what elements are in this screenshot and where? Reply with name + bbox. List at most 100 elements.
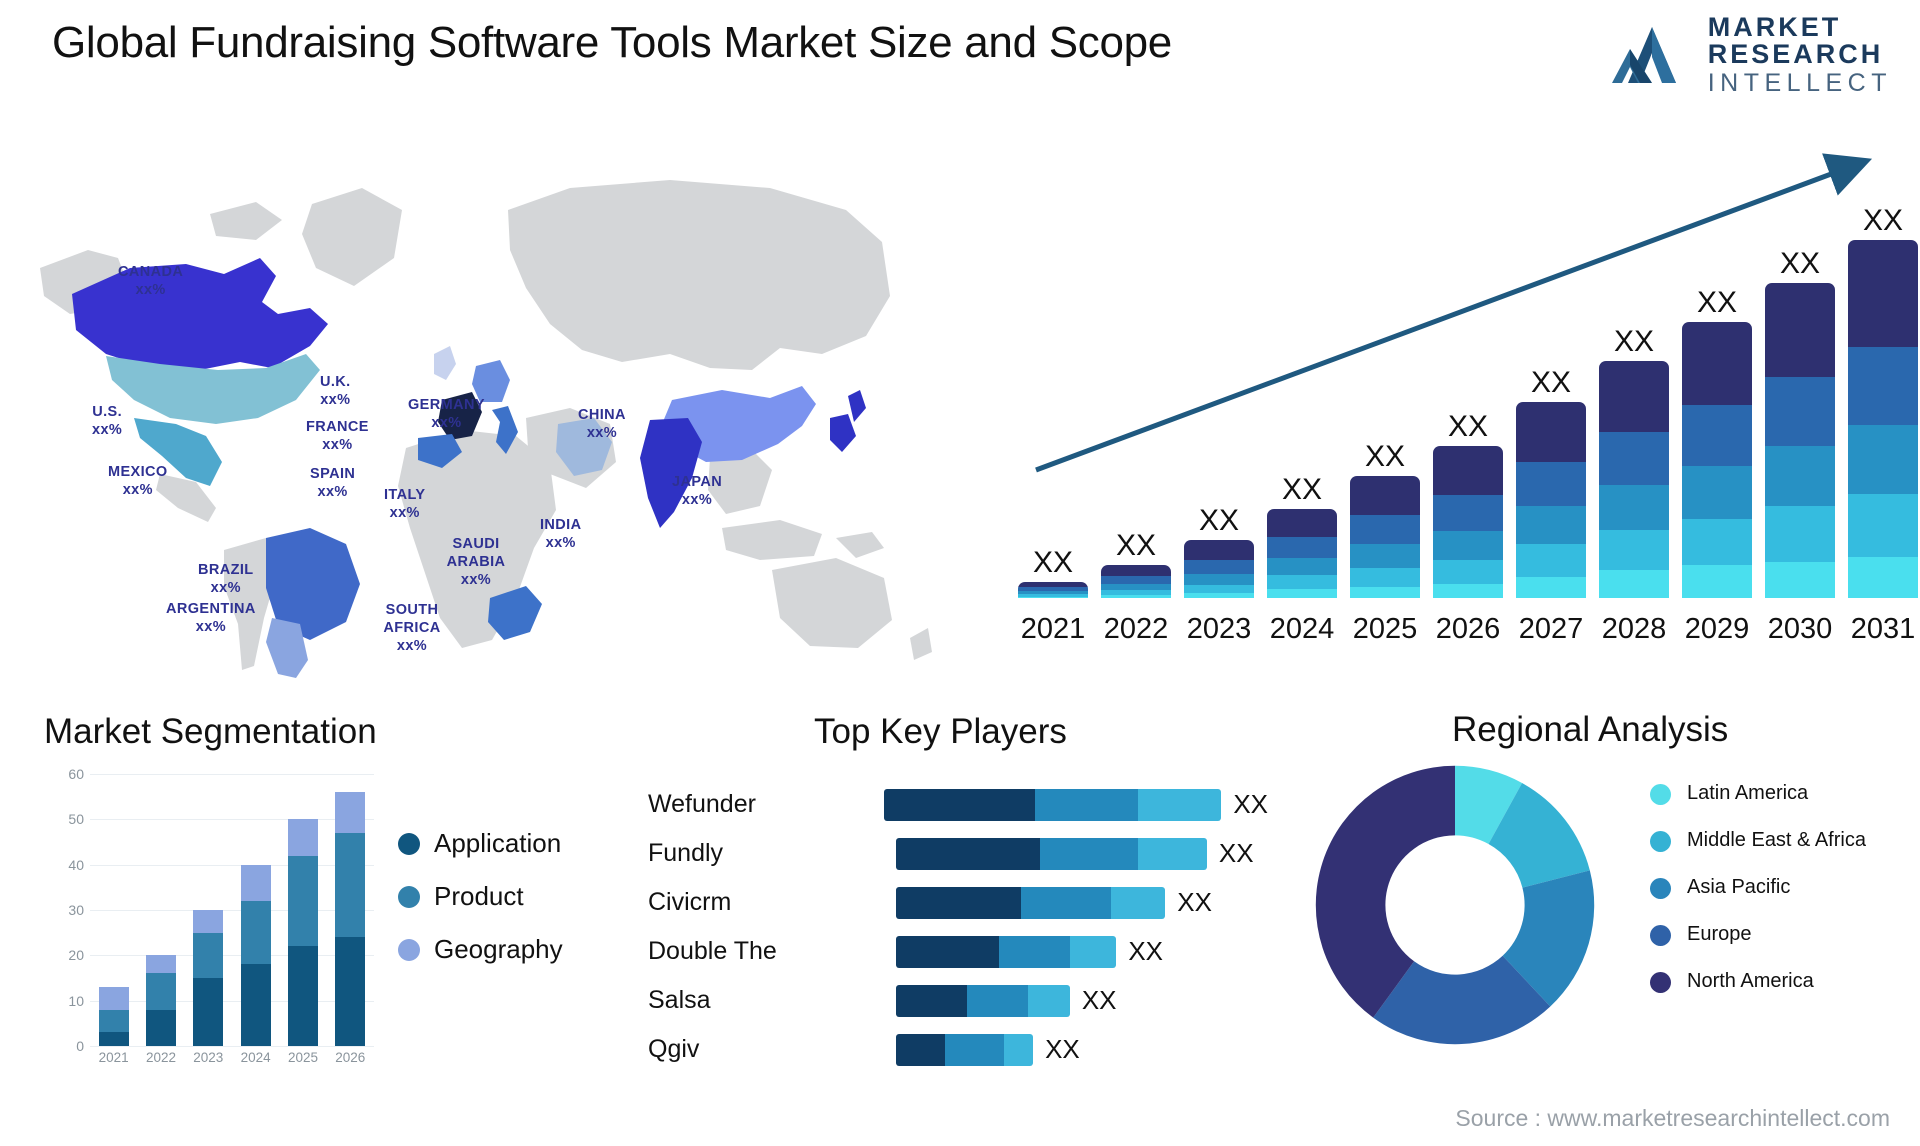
mountain-peaks-icon bbox=[1611, 23, 1694, 87]
world-map-svg bbox=[40, 180, 932, 678]
segmentation-x-axis: 2021 2022 2023 2024 2025 2026 bbox=[90, 1050, 374, 1065]
forecast-bar-value-label: XX bbox=[1447, 410, 1489, 444]
sa-line1: SOUTH bbox=[385, 602, 439, 618]
key-player-name: Fundly bbox=[648, 839, 724, 867]
forecast-bar-segment bbox=[1599, 360, 1669, 433]
forecast-bar-stack bbox=[1516, 402, 1586, 598]
forecast-bar-2030: XX bbox=[1765, 248, 1835, 598]
regional-donut bbox=[1315, 765, 1595, 1045]
segmentation-y-tick: 0 bbox=[76, 1038, 84, 1054]
forecast-bar-segment bbox=[1765, 446, 1835, 507]
logo-line-research: RESEARCH bbox=[1707, 39, 1884, 69]
segmentation-legend-item[interactable]: Application bbox=[398, 828, 563, 859]
key-player-value-label: XX bbox=[1128, 936, 1164, 966]
segmentation-legend: Application Product Geography bbox=[398, 828, 563, 965]
forecast-year-label: 2031 bbox=[1850, 613, 1916, 645]
forecast-bar-segment bbox=[1848, 424, 1918, 494]
legend-color-dot bbox=[1650, 831, 1671, 852]
legend-color-dot bbox=[398, 938, 420, 961]
segmentation-bar-segment bbox=[98, 1032, 129, 1046]
forecast-bar-segment bbox=[1184, 559, 1254, 574]
regional-legend-item[interactable]: Asia Pacific bbox=[1650, 876, 1866, 899]
regional-legend-item[interactable]: North America bbox=[1650, 970, 1866, 993]
segmentation-bar-2021 bbox=[98, 774, 129, 1046]
forecast-bar-segment bbox=[1267, 589, 1337, 598]
map-label-china: CHINA xx% bbox=[578, 407, 626, 442]
legend-label: Europe bbox=[1687, 923, 1752, 945]
forecast-bar-segment bbox=[1516, 462, 1586, 507]
forecast-bar-2025: XX bbox=[1350, 442, 1420, 598]
key-player-bar-segment bbox=[1111, 886, 1166, 919]
forecast-year-label: 2021 bbox=[1020, 613, 1086, 645]
forecast-bar-segment bbox=[1848, 493, 1918, 557]
forecast-bar-segment bbox=[1350, 476, 1420, 516]
map-label-canada: CANADA xx% bbox=[118, 264, 184, 299]
forecast-bar-stack bbox=[1682, 321, 1752, 598]
key-player-bar bbox=[896, 935, 1117, 968]
segmentation-bar-segment bbox=[287, 819, 318, 856]
segmentation-x-tick: 2022 bbox=[145, 1050, 176, 1065]
forecast-bar-segment bbox=[1599, 484, 1669, 531]
segmentation-bar-2024 bbox=[240, 774, 271, 1046]
forecast-bar-2029: XX bbox=[1682, 287, 1752, 598]
top-key-players-title: Top Key Players bbox=[814, 712, 1067, 751]
legend-color-dot bbox=[1650, 925, 1671, 946]
forecast-bar-value-label: XX bbox=[1032, 546, 1074, 580]
key-player-value-label: XX bbox=[1081, 985, 1117, 1015]
forecast-bar-2024: XX bbox=[1267, 474, 1337, 598]
segmentation-y-tick: 10 bbox=[68, 992, 84, 1009]
segmentation-legend-item[interactable]: Geography bbox=[398, 934, 563, 965]
brand-logo: MARKET RESEARCH INTELLECT bbox=[1611, 14, 1892, 97]
forecast-bar-2031: XX bbox=[1848, 206, 1918, 598]
forecast-bar-value-label: XX bbox=[1115, 528, 1157, 562]
segmentation-legend-item[interactable]: Product bbox=[398, 881, 563, 912]
segmentation-y-tick: 20 bbox=[68, 947, 84, 964]
map-label-france: FRANCE xx% bbox=[306, 419, 369, 454]
legend-label: Asia Pacific bbox=[1687, 876, 1791, 898]
forecast-bar-segment bbox=[1350, 586, 1420, 598]
forecast-bar-segment bbox=[1848, 240, 1918, 347]
segmentation-bar-segment bbox=[145, 955, 176, 974]
logo-line-intellect: INTELLECT bbox=[1707, 69, 1892, 97]
map-label-japan: JAPAN xx% bbox=[672, 474, 723, 509]
key-player-bar-segment bbox=[1028, 984, 1070, 1017]
forecast-bar-stack bbox=[1184, 539, 1254, 598]
forecast-bar-segment bbox=[1516, 576, 1586, 598]
segmentation-bar-segment bbox=[98, 987, 129, 1010]
segmentation-bar-segment bbox=[240, 964, 271, 1046]
forecast-bar-value-label: XX bbox=[1862, 204, 1904, 237]
key-player-bar-segment bbox=[883, 788, 1036, 821]
key-player-row: Civicrm XX bbox=[648, 878, 1268, 927]
forecast-year-label: 2029 bbox=[1684, 613, 1750, 645]
key-player-bar-segment bbox=[998, 935, 1070, 968]
forecast-bar-segment bbox=[1101, 595, 1171, 598]
legend-color-dot bbox=[1650, 784, 1671, 805]
key-player-bar bbox=[896, 1033, 1034, 1066]
forecast-bar-segment bbox=[1516, 402, 1586, 463]
segmentation-bar-segment bbox=[193, 910, 224, 933]
key-player-bar-segment bbox=[1035, 788, 1138, 821]
regional-legend-item[interactable]: Middle East & Africa bbox=[1650, 829, 1866, 852]
forecast-bar-segment bbox=[1599, 570, 1669, 598]
forecast-bar-segment bbox=[1765, 506, 1835, 562]
forecast-bar-segment bbox=[1682, 404, 1752, 467]
key-player-name: Double The bbox=[648, 937, 777, 965]
market-segmentation-title: Market Segmentation bbox=[44, 712, 377, 751]
forecast-bar-stack bbox=[1267, 508, 1337, 598]
regional-analysis-title: Regional Analysis bbox=[1452, 710, 1729, 749]
map-label-us: U.S. xx% bbox=[92, 404, 123, 439]
key-player-bar-segment bbox=[896, 886, 1021, 919]
key-player-row: Double The XX bbox=[648, 927, 1268, 976]
segmentation-x-tick: 2021 bbox=[98, 1050, 129, 1065]
key-player-bar-segment bbox=[1137, 788, 1222, 821]
segmentation-bar-2025 bbox=[287, 774, 318, 1046]
regional-legend-item[interactable]: Europe bbox=[1650, 923, 1866, 946]
segmentation-bar-segment bbox=[145, 1009, 176, 1046]
key-player-bar-segment bbox=[896, 984, 967, 1017]
key-player-bar-segment bbox=[1003, 1033, 1034, 1066]
sa-line2: AFRICA bbox=[383, 620, 441, 637]
forecast-bar-segment bbox=[1682, 466, 1752, 519]
forecast-bar-stack bbox=[1765, 282, 1835, 598]
segmentation-y-tick: 30 bbox=[68, 902, 84, 918]
regional-legend-item[interactable]: Latin America bbox=[1650, 782, 1866, 805]
